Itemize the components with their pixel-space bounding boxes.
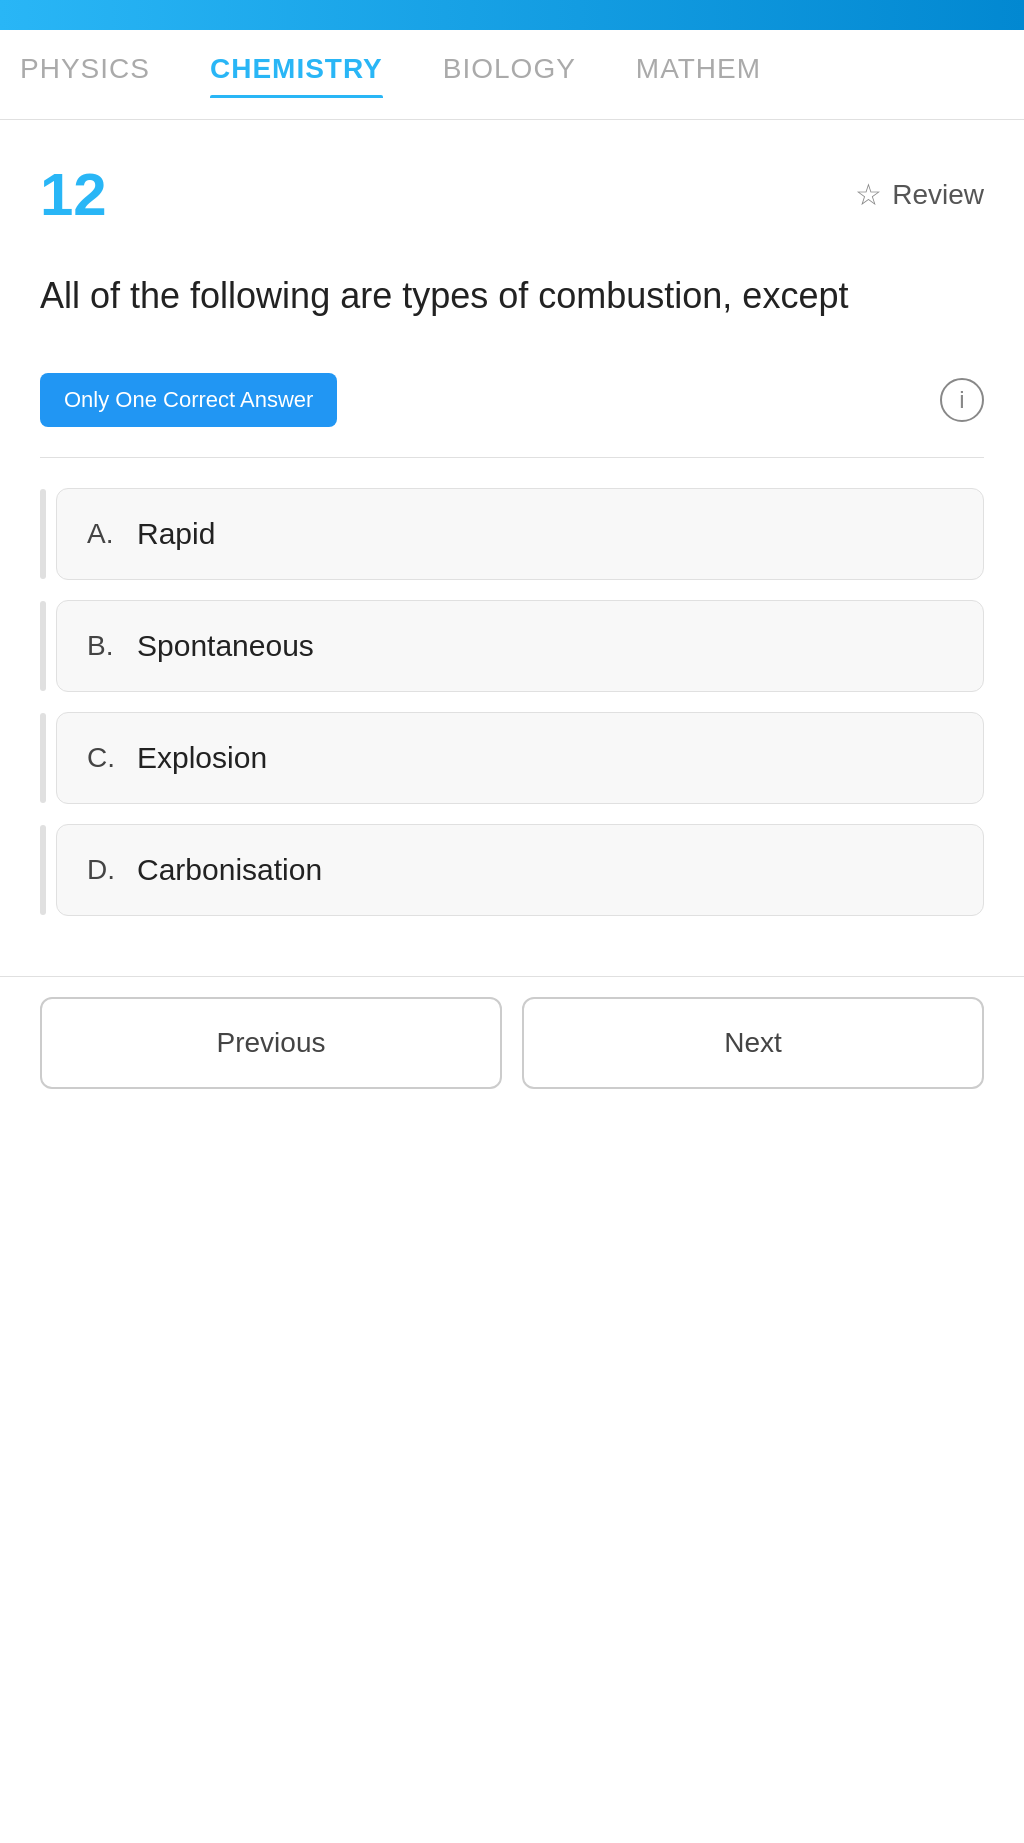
info-icon[interactable]: i [940,378,984,422]
option-b[interactable]: B. Spontaneous [40,600,984,692]
options-list: A. Rapid B. Spontaneous C. Explosion D. … [40,488,984,916]
review-button[interactable]: ☆ Review [855,177,984,212]
answer-type-badge: Only One Correct Answer [40,373,337,427]
option-c-text: Explosion [137,741,267,775]
review-label: Review [892,179,984,211]
option-a-text: Rapid [137,517,215,551]
star-icon: ☆ [855,177,882,212]
divider [40,457,984,458]
option-c-sidebar [40,713,46,803]
main-content: 12 ☆ Review All of the following are typ… [0,120,1024,916]
tab-chemistry[interactable]: CHEMISTRY [210,53,383,97]
tab-navigation: PHYSICS CHEMISTRY BIOLOGY MATHEM [0,30,1024,120]
option-c[interactable]: C. Explosion [40,712,984,804]
tab-mathematics[interactable]: MATHEM [636,53,761,97]
bottom-navigation: Previous Next [0,976,1024,1109]
option-a-letter: A. [87,518,117,550]
question-text: All of the following are types of combus… [40,269,984,323]
info-symbol: i [959,386,964,414]
option-d-sidebar [40,825,46,915]
question-header: 12 ☆ Review [40,160,984,229]
option-a-sidebar [40,489,46,579]
option-c-letter: C. [87,742,117,774]
option-d-letter: D. [87,854,117,886]
option-b-box: B. Spontaneous [56,600,984,692]
previous-button[interactable]: Previous [40,997,502,1089]
option-d-text: Carbonisation [137,853,322,887]
question-number: 12 [40,160,107,229]
next-button[interactable]: Next [522,997,984,1089]
option-a[interactable]: A. Rapid [40,488,984,580]
tab-biology[interactable]: BIOLOGY [443,53,576,97]
option-d-box: D. Carbonisation [56,824,984,916]
option-b-sidebar [40,601,46,691]
top-bar [0,0,1024,30]
option-b-letter: B. [87,630,117,662]
option-a-box: A. Rapid [56,488,984,580]
tab-physics[interactable]: PHYSICS [20,53,150,97]
option-d[interactable]: D. Carbonisation [40,824,984,916]
answer-type-row: Only One Correct Answer i [40,373,984,427]
option-c-box: C. Explosion [56,712,984,804]
option-b-text: Spontaneous [137,629,314,663]
